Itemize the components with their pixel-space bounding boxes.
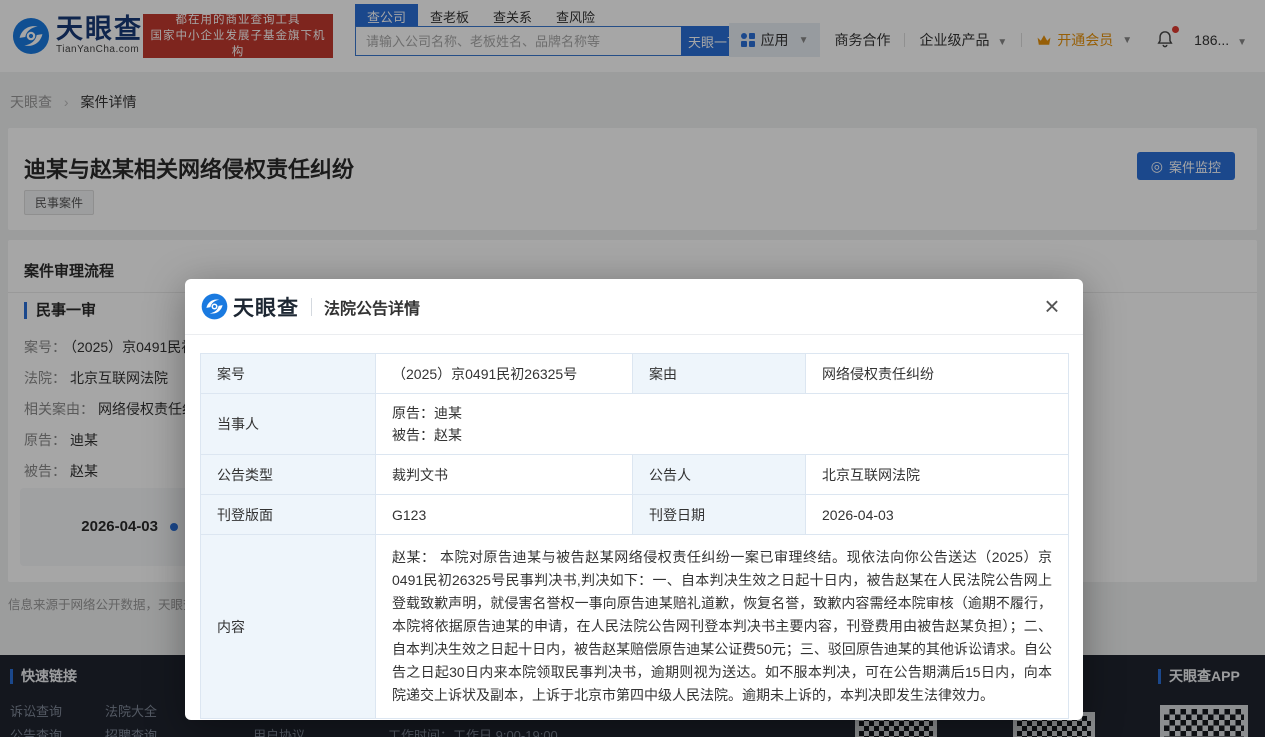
party-label: 当事人 (201, 394, 376, 455)
court-announcement-modal: 天眼查 法院公告详情 × 案号 （2025）京0491民初26325号 案由 网… (185, 279, 1083, 720)
modal-brand: 天眼查 (233, 292, 299, 322)
page-label: 刊登版面 (201, 495, 376, 535)
case-no-label: 案号 (201, 354, 376, 394)
party-defendant: 被告：赵某 (392, 424, 1052, 446)
close-icon[interactable]: × (1037, 291, 1067, 321)
announcer-label: 公告人 (633, 455, 806, 495)
divider (311, 298, 312, 316)
cause-value: 网络侵权责任纠纷 (806, 354, 1069, 394)
announcer-value: 北京互联网法院 (806, 455, 1069, 495)
table-row: 当事人 原告：迪某 被告：赵某 (201, 394, 1069, 455)
party-plaintiff: 原告：迪某 (392, 402, 1052, 424)
page-value: G123 (376, 495, 633, 535)
table-row: 案号 （2025）京0491民初26325号 案由 网络侵权责任纠纷 (201, 354, 1069, 394)
content-value: 赵某： 本院对原告迪某与被告赵某网络侵权责任纠纷一案已审理终结。现依法向你公告送… (376, 535, 1069, 719)
modal-header: 天眼查 法院公告详情 × (185, 279, 1083, 335)
cause-label: 案由 (633, 354, 806, 394)
table-row: 公告类型 裁判文书 公告人 北京互联网法院 (201, 455, 1069, 495)
table-row: 内容 赵某： 本院对原告迪某与被告赵某网络侵权责任纠纷一案已审理终结。现依法向你… (201, 535, 1069, 719)
type-value: 裁判文书 (376, 455, 633, 495)
tianyancha-logo-icon (201, 293, 228, 320)
party-value: 原告：迪某 被告：赵某 (376, 394, 1069, 455)
date-value: 2026-04-03 (806, 495, 1069, 535)
table-row: 刊登版面 G123 刊登日期 2026-04-03 (201, 495, 1069, 535)
content-label: 内容 (201, 535, 376, 719)
date-label: 刊登日期 (633, 495, 806, 535)
type-label: 公告类型 (201, 455, 376, 495)
modal-title: 法院公告详情 (324, 295, 420, 319)
announcement-table: 案号 （2025）京0491民初26325号 案由 网络侵权责任纠纷 当事人 原… (200, 353, 1069, 719)
modal-body: 案号 （2025）京0491民初26325号 案由 网络侵权责任纠纷 当事人 原… (185, 335, 1083, 719)
case-no-value: （2025）京0491民初26325号 (376, 354, 633, 394)
